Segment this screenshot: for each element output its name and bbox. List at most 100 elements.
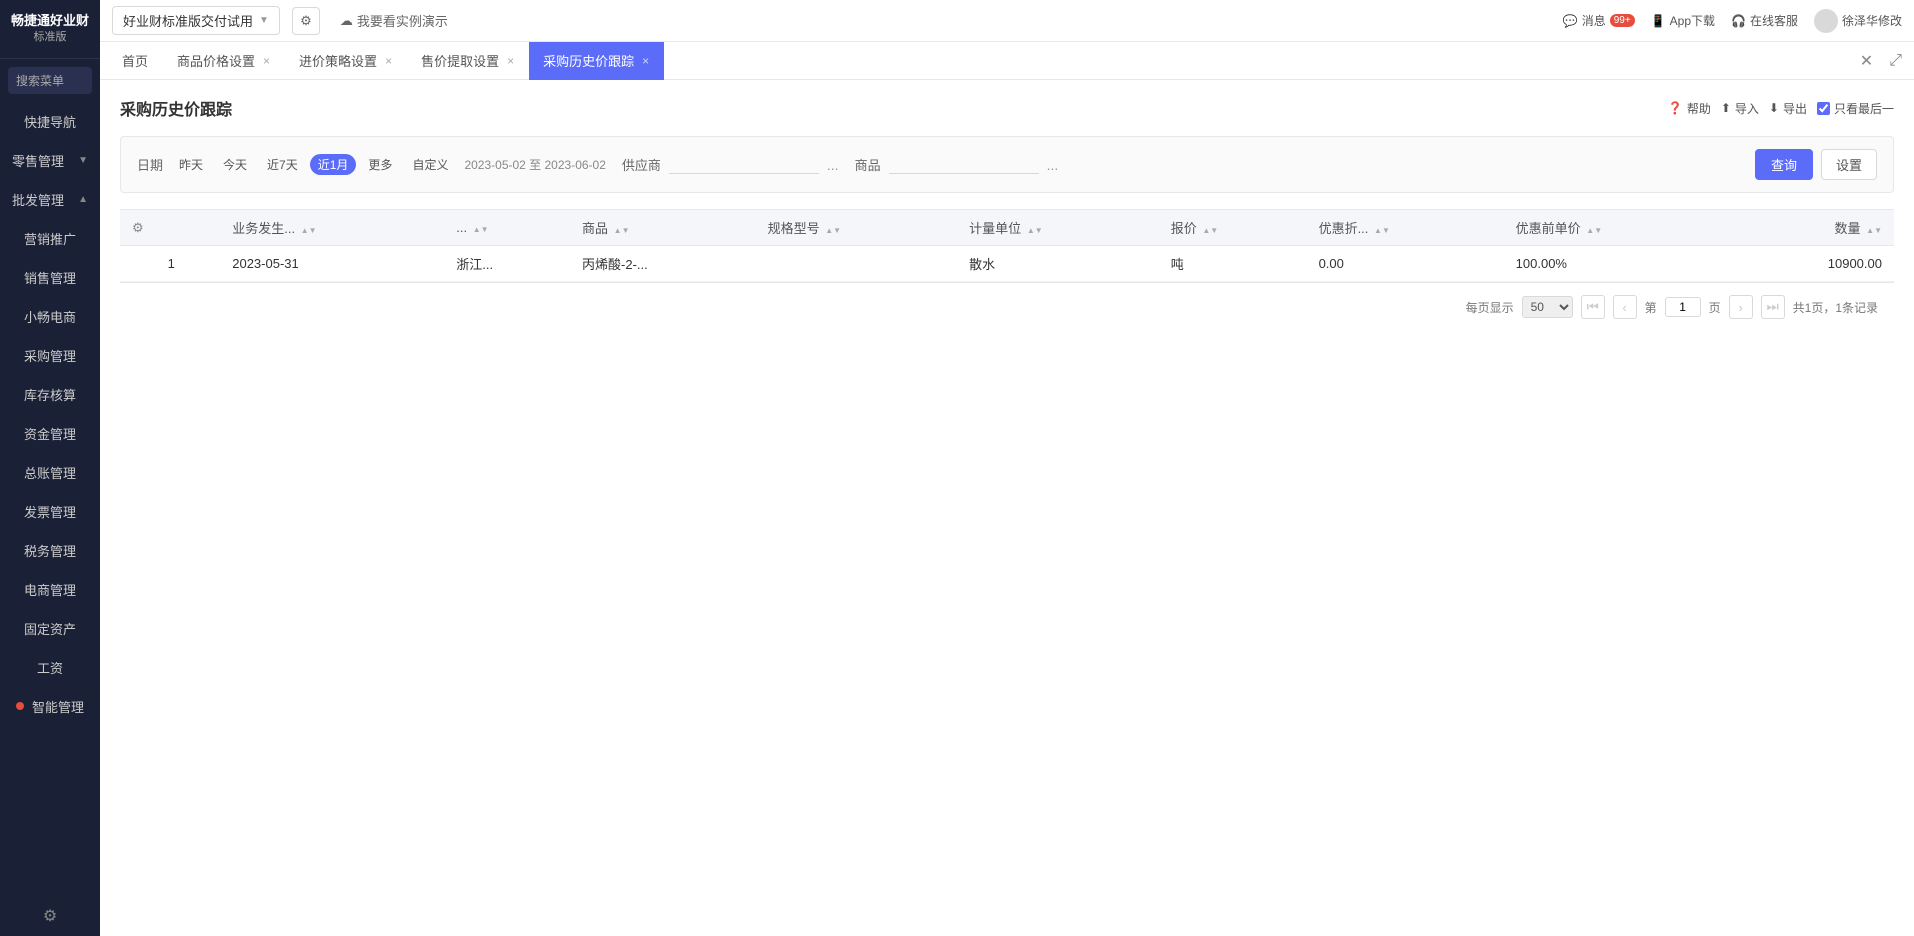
page-label: 第: [1645, 299, 1657, 316]
tab-sale-price-close[interactable]: ×: [507, 54, 514, 68]
th-extra[interactable]: ... ▲▼: [444, 210, 570, 246]
sidebar-item-marketing[interactable]: 营销推广: [0, 219, 100, 258]
tab-purchase-strategy-close[interactable]: ×: [385, 54, 392, 68]
date-option-custom[interactable]: 自定义: [404, 154, 456, 175]
filter-date-group: 日期 昨天 今天 近7天 近1月 更多 自定义 2023-05-02 至 202…: [137, 154, 606, 175]
sidebar-item-ecommerce[interactable]: 电商管理: [0, 570, 100, 609]
online-service-button[interactable]: 🎧 在线客服: [1731, 12, 1798, 29]
sidebar-item-sales[interactable]: 销售管理: [0, 258, 100, 297]
sidebar-item-smart[interactable]: 智能管理: [0, 687, 100, 726]
prev-page-button[interactable]: ‹: [1613, 295, 1637, 319]
last-page-button[interactable]: ⏭: [1761, 295, 1785, 319]
only-last-checkbox[interactable]: [1817, 102, 1830, 115]
sidebar-item-quick-nav[interactable]: 快捷导航: [0, 102, 100, 141]
th-spec[interactable]: 规格型号 ▲▼: [756, 210, 958, 246]
th-qty[interactable]: 数量 ▲▼: [1732, 210, 1894, 246]
date-option-more[interactable]: 更多: [360, 154, 400, 175]
tab-price[interactable]: 商品价格设置 ×: [163, 42, 285, 80]
tab-expand-button[interactable]: ⤢: [1885, 48, 1906, 74]
import-button[interactable]: ⬆ 导入: [1721, 100, 1759, 117]
th-discount-pct-label: 优惠折...: [1319, 221, 1369, 236]
sort-arrows-biz-date: ▲▼: [301, 227, 317, 235]
chevron-up-icon: ▲: [78, 194, 88, 205]
sidebar-item-purchase[interactable]: 采购管理: [0, 336, 100, 375]
date-option-last1month[interactable]: 近1月: [310, 154, 357, 175]
th-discount-pct[interactable]: 优惠折... ▲▼: [1307, 210, 1504, 246]
first-page-button[interactable]: ⏮: [1581, 295, 1605, 319]
next-page-button[interactable]: ›: [1729, 295, 1753, 319]
smart-label: 智能管理: [32, 697, 84, 716]
sidebar-item-payroll[interactable]: 工资: [0, 648, 100, 687]
app-download-button[interactable]: 📱 App下载: [1651, 12, 1715, 29]
only-last-container: 只看最后一: [1817, 100, 1894, 117]
th-quote[interactable]: 报价 ▲▼: [1159, 210, 1307, 246]
tab-purchase-history-close[interactable]: ×: [642, 54, 649, 68]
sidebar-item-invoice[interactable]: 发票管理: [0, 492, 100, 531]
topbar-settings-button[interactable]: ⚙: [292, 7, 320, 35]
quick-nav-label: 快捷导航: [24, 115, 76, 130]
user-profile-button[interactable]: 徐泽华修改: [1814, 9, 1902, 33]
table-gear-icon[interactable]: ⚙: [132, 220, 144, 235]
tab-close-button[interactable]: ✕: [1856, 47, 1877, 75]
th-spec-label: 规格型号: [768, 221, 820, 236]
date-option-last7[interactable]: 近7天: [259, 154, 306, 175]
demo-button[interactable]: ☁ 我要看实例演示: [340, 11, 448, 30]
inventory-label: 库存核算: [24, 388, 76, 403]
th-pre-discount-price[interactable]: 优惠前单价 ▲▼: [1504, 210, 1732, 246]
td-pre-discount-price: 100.00%: [1504, 246, 1732, 282]
sort-arrows-discount-pct: ▲▼: [1374, 227, 1390, 235]
date-options: 昨天 今天 近7天 近1月 更多 自定义: [171, 154, 456, 175]
tab-price-close[interactable]: ×: [263, 54, 270, 68]
tab-sale-price[interactable]: 售价提取设置 ×: [407, 42, 529, 80]
tab-home[interactable]: 首页: [108, 42, 163, 80]
tab-purchase-history[interactable]: 采购历史价跟踪 ×: [529, 42, 664, 80]
table-settings-col[interactable]: ⚙: [120, 210, 156, 246]
sidebar-item-inventory[interactable]: 库存核算: [0, 375, 100, 414]
smart-dot-icon: [16, 702, 24, 710]
version-selector-text: 好业财标准版交付试用: [123, 11, 253, 30]
page-number-input[interactable]: [1665, 297, 1701, 317]
tab-purchase-strategy-label: 进价策略设置: [299, 51, 377, 70]
filter-settings-button[interactable]: 设置: [1821, 149, 1877, 180]
version-selector[interactable]: 好业财标准版交付试用 ▼: [112, 6, 280, 35]
th-pre-discount-price-label: 优惠前单价: [1516, 221, 1581, 236]
message-button[interactable]: 💬 消息 99+: [1563, 12, 1635, 29]
sidebar-search-area[interactable]: 搜索菜单: [0, 59, 100, 102]
sidebar-item-ledger[interactable]: 总账管理: [0, 453, 100, 492]
tab-price-label: 商品价格设置: [177, 51, 255, 70]
sidebar-item-retail[interactable]: 零售管理 ▼: [0, 141, 100, 180]
tabbar: 首页 商品价格设置 × 进价策略设置 × 售价提取设置 × 采购历史价跟踪 × …: [100, 42, 1914, 80]
sidebar-item-finance[interactable]: 资金管理: [0, 414, 100, 453]
sidebar-bottom: ⚙: [0, 896, 100, 936]
sort-arrows-extra: ▲▼: [473, 226, 489, 234]
sort-arrows-unit: ▲▼: [1027, 227, 1043, 235]
per-page-select[interactable]: 50 10 20 100: [1522, 296, 1573, 318]
product-input[interactable]: [889, 155, 1039, 174]
sidebar-item-tax[interactable]: 税务管理: [0, 531, 100, 570]
th-product[interactable]: 商品 ▲▼: [570, 210, 756, 246]
date-option-today[interactable]: 今天: [215, 154, 255, 175]
supplier-input[interactable]: [669, 155, 819, 174]
demo-text: 我要看实例演示: [357, 11, 448, 30]
td-biz-date: 2023-05-31: [220, 246, 444, 282]
sidebar: 畅捷通好业财 标准版 搜索菜单 快捷导航 零售管理 ▼ 批发管理 ▲ 营销推广 …: [0, 0, 100, 936]
product-dots[interactable]: ...: [1047, 157, 1059, 173]
sidebar-item-ecommerce-small[interactable]: 小畅电商: [0, 297, 100, 336]
th-unit[interactable]: 计量单位 ▲▼: [957, 210, 1159, 246]
date-option-yesterday[interactable]: 昨天: [171, 154, 211, 175]
th-biz-date-label: 业务发生...: [232, 221, 295, 236]
filter-product-group: 商品 ...: [855, 155, 1059, 174]
supplier-dots[interactable]: ...: [827, 157, 839, 173]
page-content: 采购历史价跟踪 ❓ 帮助 ⬆ 导入 ⬇ 导出: [100, 80, 1914, 936]
sidebar-item-wholesale[interactable]: 批发管理 ▲: [0, 180, 100, 219]
tab-purchase-strategy[interactable]: 进价策略设置 ×: [285, 42, 407, 80]
th-biz-date[interactable]: 业务发生... ▲▼: [220, 210, 444, 246]
supplier-filter-label: 供应商: [622, 155, 661, 174]
search-menu-button[interactable]: 搜索菜单: [8, 67, 92, 94]
query-button[interactable]: 查询: [1755, 149, 1813, 180]
sidebar-item-fixed-assets[interactable]: 固定资产: [0, 609, 100, 648]
sidebar-settings-button[interactable]: ⚙: [43, 906, 57, 926]
export-button[interactable]: ⬇ 导出: [1769, 100, 1807, 117]
page-unit: 页: [1709, 299, 1721, 316]
help-button[interactable]: ❓ 帮助: [1668, 100, 1711, 117]
